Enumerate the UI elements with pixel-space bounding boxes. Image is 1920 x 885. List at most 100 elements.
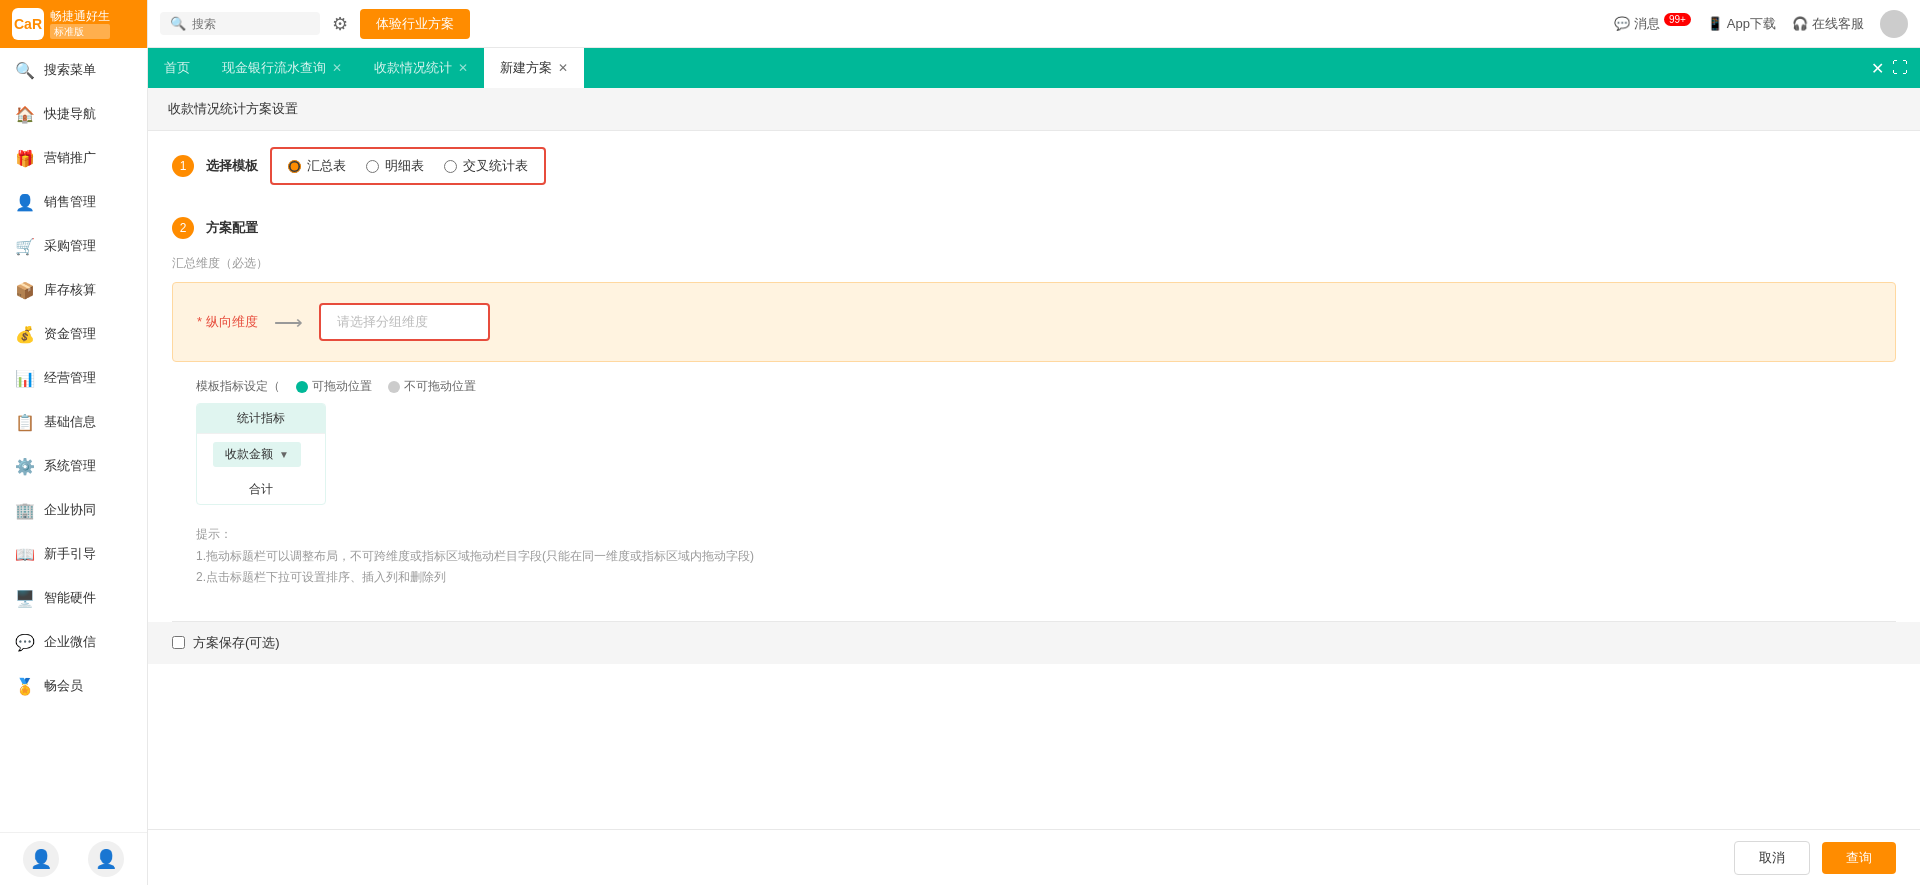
radio-summary[interactable]: 汇总表: [288, 157, 346, 175]
tab-maximize-icon[interactable]: ⛶: [1892, 59, 1908, 77]
settings-icon[interactable]: ⚙: [332, 13, 348, 35]
user-icon: 👤: [16, 193, 34, 211]
sidebar-item-sales[interactable]: 👤 销售管理: [0, 180, 147, 224]
dimension-row: * 纵向维度 ⟶ 请选择分组维度: [197, 303, 1871, 341]
tab-close-receipts-stat[interactable]: ✕: [458, 61, 468, 75]
step1-label: 选择模板: [206, 157, 258, 175]
search-icon-topbar: 🔍: [170, 16, 186, 31]
draggable-label: 可拖动位置: [312, 378, 372, 395]
tab-new-plan[interactable]: 新建方案 ✕: [484, 48, 584, 88]
sidebar-item-label: 智能硬件: [44, 589, 96, 607]
money-icon: 💰: [16, 325, 34, 343]
cancel-button[interactable]: 取消: [1734, 841, 1810, 875]
tab-home-label: 首页: [164, 59, 190, 77]
step2-badge: 2: [172, 217, 194, 239]
metrics-table-header: 统计指标: [197, 404, 325, 433]
tips-title: 提示：: [196, 527, 232, 541]
sidebar-item-label: 搜索菜单: [44, 61, 96, 79]
sidebar-item-quick-nav[interactable]: 🏠 快捷导航: [0, 92, 147, 136]
sidebar-item-hardware[interactable]: 🖥️ 智能硬件: [0, 576, 147, 620]
step2-row: 2 方案配置: [172, 217, 1896, 239]
metrics-table-tag-row: 收款金额 ▼: [197, 433, 325, 475]
sidebar-item-marketing[interactable]: 🎁 营销推广: [0, 136, 147, 180]
draggable-dot: [296, 381, 308, 393]
metrics-tag-label: 收款金额: [225, 446, 273, 463]
sidebar: CaR 畅捷通好生 标准版 🔍 搜索菜单 🏠 快捷导航 🎁 营销推广 👤 销售管…: [0, 0, 148, 885]
user-avatar[interactable]: [1880, 10, 1908, 38]
save-plan-checkbox[interactable]: [172, 636, 185, 649]
sidebar-item-inventory[interactable]: 📦 库存核算: [0, 268, 147, 312]
content-area: 收款情况统计方案设置 1 选择模板 汇总表 明细表: [148, 88, 1920, 829]
topbar-search-wrapper[interactable]: 🔍: [160, 12, 320, 35]
medal-icon: 🏅: [16, 677, 34, 695]
dimension-arrow-icon: ⟶: [274, 310, 303, 334]
tab-home[interactable]: 首页: [148, 48, 206, 88]
radio-detail-input[interactable]: [366, 160, 379, 173]
draggable-indicator: 可拖动位置: [296, 378, 372, 395]
tab-close-new-plan[interactable]: ✕: [558, 61, 568, 75]
sidebar-item-system[interactable]: ⚙️ 系统管理: [0, 444, 147, 488]
trial-btn[interactable]: 体验行业方案: [360, 9, 470, 39]
metrics-title: 模板指标设定（: [196, 378, 280, 395]
step2-section: 2 方案配置 汇总维度（必选） * 纵向维度 ⟶ 请选择分组维度 模板指标设定（: [148, 217, 1920, 621]
sidebar-item-member[interactable]: 🏅 畅会员: [0, 664, 147, 708]
step1-badge: 1: [172, 155, 194, 177]
sidebar-item-label: 新手引导: [44, 545, 96, 563]
sidebar-bottom: 👤 👤: [0, 832, 147, 885]
step2-label: 方案配置: [206, 219, 258, 237]
tabbar: 首页 现金银行流水查询 ✕ 收款情况统计 ✕ 新建方案 ✕ ✕ ⛶: [148, 48, 1920, 88]
gift-icon: 🎁: [16, 149, 34, 167]
doc-icon: 📋: [16, 413, 34, 431]
step1-section: 1 选择模板 汇总表 明细表 交叉统计表: [148, 131, 1920, 217]
radio-cross[interactable]: 交叉统计表: [444, 157, 528, 175]
topbar-right: 💬 消息 99+ 📱 App下载 🎧 在线客服: [1614, 10, 1908, 38]
home-icon: 🏠: [16, 105, 34, 123]
metrics-tag-amount[interactable]: 收款金额 ▼: [213, 442, 301, 467]
chat-icon: 💬: [16, 633, 34, 651]
sidebar-item-label: 基础信息: [44, 413, 96, 431]
query-button[interactable]: 查询: [1822, 842, 1896, 874]
tips-item-1: 1.拖动标题栏可以调整布局，不可跨维度或指标区域拖动栏目字段(只能在同一维度或指…: [196, 549, 754, 563]
tab-bank-flow[interactable]: 现金银行流水查询 ✕: [206, 48, 358, 88]
tab-close-bank-flow[interactable]: ✕: [332, 61, 342, 75]
service-item[interactable]: 🎧 在线客服: [1792, 15, 1864, 33]
book-icon: 📖: [16, 545, 34, 563]
message-item[interactable]: 💬 消息 99+: [1614, 15, 1691, 33]
sidebar-item-label: 采购管理: [44, 237, 96, 255]
sidebar-item-purchase[interactable]: 🛒 采购管理: [0, 224, 147, 268]
dimension-title: 汇总维度（必选）: [172, 255, 1896, 272]
tab-new-plan-label: 新建方案: [500, 59, 552, 77]
save-plan-label: 方案保存(可选): [193, 634, 280, 652]
radio-summary-input[interactable]: [288, 160, 301, 173]
sidebar-item-search[interactable]: 🔍 搜索菜单: [0, 48, 147, 92]
radio-summary-label: 汇总表: [307, 157, 346, 175]
sidebar-item-label: 企业微信: [44, 633, 96, 651]
message-icon: 💬: [1614, 16, 1630, 31]
radio-cross-input[interactable]: [444, 160, 457, 173]
radio-detail[interactable]: 明细表: [366, 157, 424, 175]
non-draggable-dot: [388, 381, 400, 393]
non-draggable-indicator: 不可拖动位置: [388, 378, 476, 395]
sidebar-item-operation[interactable]: 📊 经营管理: [0, 356, 147, 400]
template-options-box: 汇总表 明细表 交叉统计表: [270, 147, 546, 185]
sidebar-logo: CaR 畅捷通好生 标准版: [0, 0, 147, 48]
sidebar-item-basic-info[interactable]: 📋 基础信息: [0, 400, 147, 444]
sidebar-avatar-2[interactable]: 👤: [88, 841, 124, 877]
sidebar-item-label: 快捷导航: [44, 105, 96, 123]
download-item[interactable]: 📱 App下载: [1707, 15, 1776, 33]
metrics-label-row: 模板指标设定（ 可拖动位置 不可拖动位置: [196, 378, 1872, 395]
sidebar-item-enterprise[interactable]: 🏢 企业协同: [0, 488, 147, 532]
chart-icon: 📊: [16, 369, 34, 387]
sidebar-item-weixin[interactable]: 💬 企业微信: [0, 620, 147, 664]
dimension-select[interactable]: 请选择分组维度: [319, 303, 490, 341]
logo-title: 畅捷通好生: [50, 9, 110, 25]
sidebar-avatar-1[interactable]: 👤: [23, 841, 59, 877]
search-input[interactable]: [192, 17, 292, 31]
sidebar-item-guide[interactable]: 📖 新手引导: [0, 532, 147, 576]
cart-icon: 🛒: [16, 237, 34, 255]
tab-minimize-icon[interactable]: ✕: [1871, 59, 1884, 78]
vertical-dimension-label: * 纵向维度: [197, 313, 258, 331]
sidebar-item-label: 畅会员: [44, 677, 83, 695]
tab-receipts-stat[interactable]: 收款情况统计 ✕: [358, 48, 484, 88]
sidebar-item-capital[interactable]: 💰 资金管理: [0, 312, 147, 356]
